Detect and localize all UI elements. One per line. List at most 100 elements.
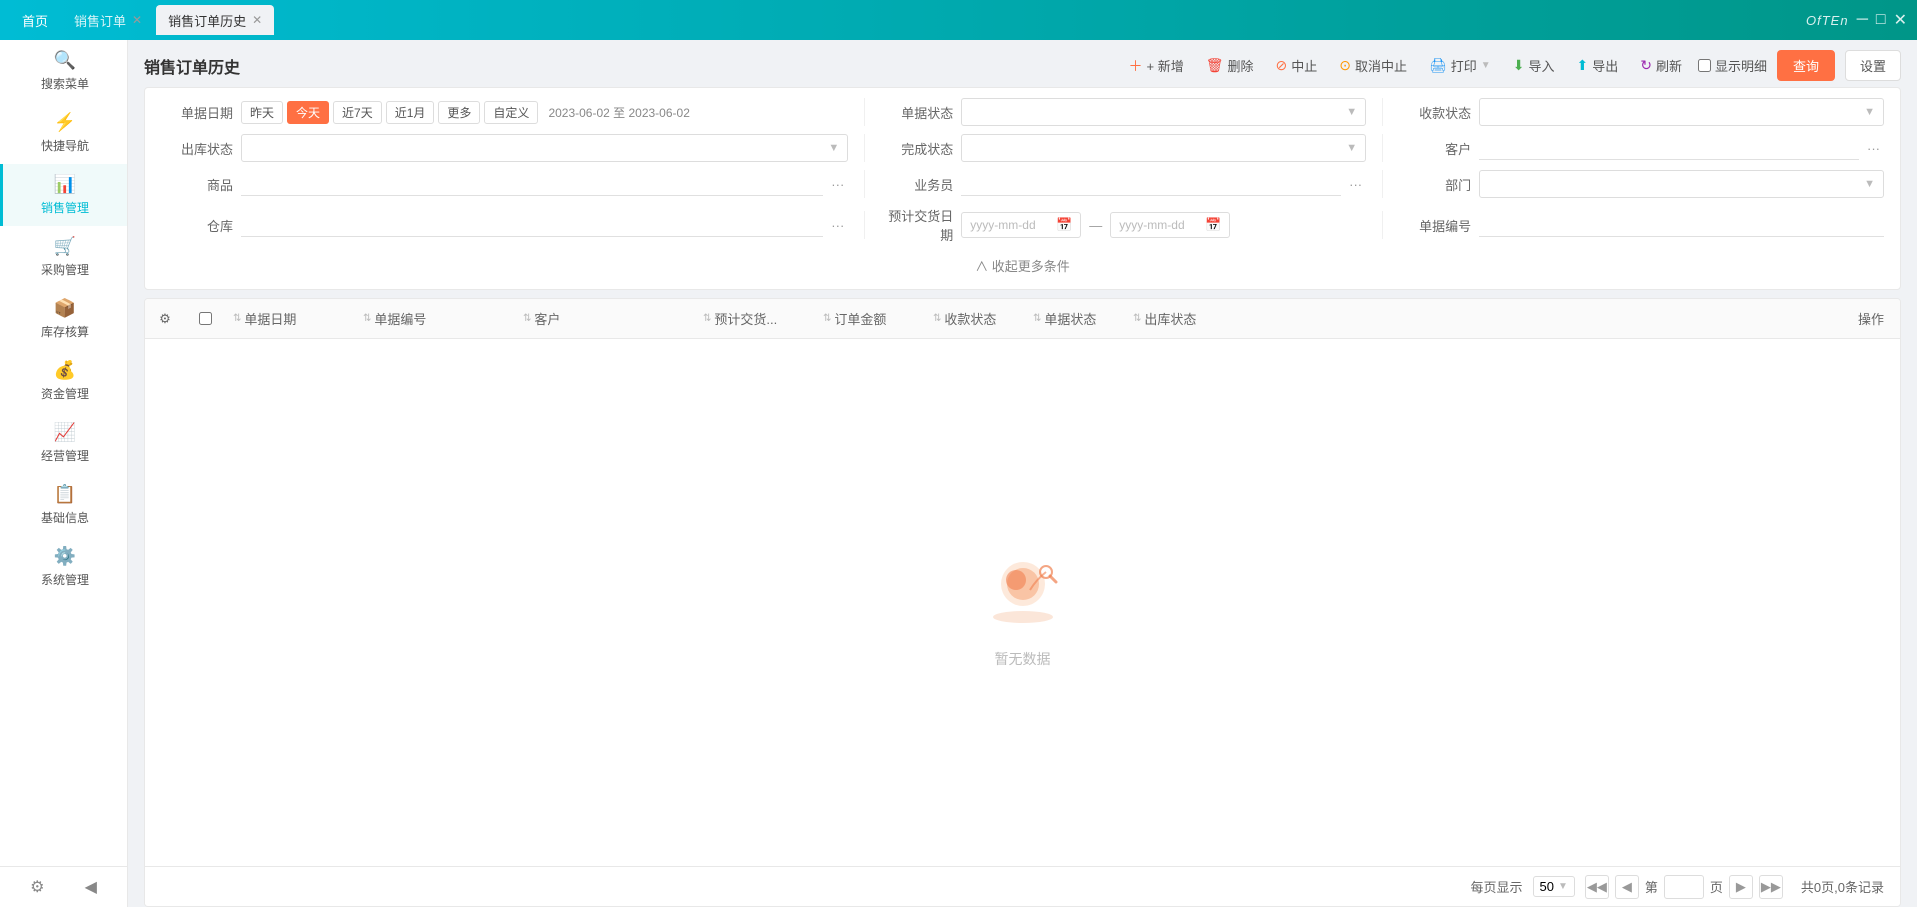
sidebar-settings-icon[interactable]: ⚙ <box>30 877 44 897</box>
th-date[interactable]: ⇅ 单据日期 <box>225 309 355 328</box>
sales-rep-label: 业务员 <box>881 175 961 194</box>
payment-status-arrow: ▼ <box>1864 106 1875 118</box>
out-status-select[interactable]: ▼ <box>241 134 848 162</box>
sidebar-item-basic-info[interactable]: 📋 基础信息 <box>0 474 127 536</box>
date-buttons: 昨天 今天 近7天 近1月 更多 自定义 2023-06-02 至 2023-0… <box>241 101 690 124</box>
sales-rep-input[interactable] <box>961 172 1341 196</box>
th-pay-status[interactable]: ⇅ 收款状态 <box>925 309 1025 328</box>
date-btn-more[interactable]: 更多 <box>438 101 480 124</box>
warehouse-input[interactable] <box>241 213 823 237</box>
sidebar-item-finance[interactable]: 💰 资金管理 <box>0 350 127 412</box>
sidebar-item-purchase[interactable]: 🛒 采购管理 <box>0 226 127 288</box>
minimize-btn[interactable]: ─ <box>1857 11 1868 29</box>
customer-control: ··· <box>1479 136 1884 160</box>
delivery-date-to[interactable]: yyyy-mm-dd 📅 <box>1110 212 1230 238</box>
customer-input[interactable] <box>1479 136 1859 160</box>
th-number[interactable]: ⇅ 单据编号 <box>355 309 515 328</box>
order-status-arrow: ▼ <box>1346 106 1357 118</box>
tab-sales-history[interactable]: 销售订单历史 ✕ <box>156 5 274 35</box>
date-btn-yesterday[interactable]: 昨天 <box>241 101 283 124</box>
warehouse-dots[interactable]: ··· <box>827 218 848 233</box>
export-btn[interactable]: ⬆ 导出 <box>1570 52 1624 79</box>
current-page-input[interactable]: 1 <box>1664 875 1704 899</box>
cal-to-icon[interactable]: 📅 <box>1205 217 1221 233</box>
order-status-select[interactable]: ▼ <box>961 98 1366 126</box>
table-header: ⚙ ⇅ 单据日期 ⇅ 单据编号 ⇅ 客户 ⇅ 预计交货. <box>145 299 1900 339</box>
date-btn-1month[interactable]: 近1月 <box>386 101 435 124</box>
date-btn-custom[interactable]: 自定义 <box>484 101 538 124</box>
tab-sales-order-close[interactable]: ✕ <box>132 13 142 27</box>
tab-sales-order[interactable]: 销售订单 ✕ <box>62 5 154 35</box>
last-page-btn[interactable]: ▶▶ <box>1759 875 1783 899</box>
new-icon: ＋ <box>1128 56 1142 76</box>
warehouse-control: ··· <box>241 213 848 237</box>
print-arrow: ▼ <box>1481 60 1491 71</box>
customer-dots[interactable]: ··· <box>1863 141 1884 156</box>
empty-illustration <box>973 537 1073 637</box>
dept-select[interactable]: ▼ <box>1479 170 1884 198</box>
sidebar-item-inventory[interactable]: 📦 库存核算 <box>0 288 127 350</box>
sidebar-item-search-menu[interactable]: 🔍 搜索菜单 <box>0 40 127 102</box>
first-page-btn[interactable]: ◀◀ <box>1585 875 1609 899</box>
tab-sales-history-close[interactable]: ✕ <box>252 13 262 27</box>
refresh-label: 刷新 <box>1656 56 1682 75</box>
print-btn[interactable]: 🖨 打印 ▼ <box>1423 52 1497 79</box>
new-btn[interactable]: ＋ + 新增 <box>1122 52 1189 80</box>
order-number-label: 单据编号 <box>1399 216 1479 235</box>
th-amount[interactable]: ⇅ 订单金额 <box>815 309 925 328</box>
import-btn[interactable]: ⬇ 导入 <box>1507 52 1561 79</box>
next-page-btn[interactable]: ▶ <box>1729 875 1753 899</box>
cal-from-icon[interactable]: 📅 <box>1056 217 1072 233</box>
stop-btn[interactable]: ⊘ 中止 <box>1270 52 1324 79</box>
maximize-btn[interactable]: □ <box>1876 11 1886 29</box>
payment-status-select[interactable]: ▼ <box>1479 98 1884 126</box>
display-detail-check[interactable]: 显示明细 <box>1698 56 1767 75</box>
select-all-checkbox[interactable] <box>199 312 212 325</box>
sidebar-item-quick-nav[interactable]: ⚡ 快捷导航 <box>0 102 127 164</box>
order-status-control: ▼ <box>961 98 1366 126</box>
th-gear[interactable]: ⚙ <box>145 311 185 327</box>
goods-input[interactable] <box>241 172 823 196</box>
page-title: 销售订单历史 <box>144 54 240 78</box>
tab-home[interactable]: 首页 <box>10 5 60 35</box>
date-btn-today[interactable]: 今天 <box>287 101 329 124</box>
payment-status-control: ▼ <box>1479 98 1884 126</box>
sort-customer-icon: ⇅ <box>523 313 531 324</box>
per-page-select[interactable]: 50 ▼ <box>1533 876 1575 897</box>
prev-page-btn[interactable]: ◀ <box>1615 875 1639 899</box>
query-btn[interactable]: 查询 <box>1777 50 1835 81</box>
date-label: 单据日期 <box>161 103 241 122</box>
delivery-date-from[interactable]: yyyy-mm-dd 📅 <box>961 212 1081 238</box>
sidebar-item-sales[interactable]: 📊 销售管理 <box>0 164 127 226</box>
complete-status-select[interactable]: ▼ <box>961 134 1366 162</box>
quick-nav-icon: ⚡ <box>54 112 76 133</box>
order-status-label: 单据状态 <box>881 103 961 122</box>
close-btn[interactable]: ✕ <box>1894 10 1907 30</box>
top-bar: 首页 销售订单 ✕ 销售订单历史 ✕ OfTEn ─ □ ✕ <box>0 0 1917 40</box>
sidebar-label-purchase: 采购管理 <box>41 261 89 278</box>
th-customer[interactable]: ⇅ 客户 <box>515 309 695 328</box>
goods-label: 商品 <box>161 175 241 194</box>
delivery-date-control: yyyy-mm-dd 📅 — yyyy-mm-dd 📅 <box>961 212 1366 238</box>
order-number-input[interactable] <box>1479 213 1884 237</box>
settings-btn[interactable]: 设置 <box>1845 50 1901 81</box>
th-out-status[interactable]: ⇅ 出库状态 <box>1125 309 1225 328</box>
refresh-icon: ↻ <box>1640 57 1652 74</box>
collapse-row[interactable]: ∧ 收起更多条件 <box>161 252 1884 279</box>
th-delivery-label: 预计交货... <box>714 309 777 328</box>
sort-amount-icon: ⇅ <box>823 313 831 324</box>
refresh-btn[interactable]: ↻ 刷新 <box>1634 52 1688 79</box>
sidebar-label-basic-info: 基础信息 <box>41 509 89 526</box>
th-delivery[interactable]: ⇅ 预计交货... <box>695 309 815 328</box>
date-btn-7days[interactable]: 近7天 <box>333 101 382 124</box>
sales-rep-dots[interactable]: ··· <box>1345 177 1366 192</box>
delete-btn[interactable]: 🗑 删除 <box>1200 52 1260 79</box>
sidebar-item-system[interactable]: ⚙️ 系统管理 <box>0 536 127 598</box>
goods-dots[interactable]: ··· <box>827 177 848 192</box>
th-order-status[interactable]: ⇅ 单据状态 <box>1025 309 1125 328</box>
sidebar-collapse-icon[interactable]: ◀ <box>85 877 97 897</box>
th-order-label: 单据状态 <box>1044 309 1096 328</box>
display-detail-checkbox[interactable] <box>1698 59 1711 72</box>
cancel-btn[interactable]: ⊙ 取消中止 <box>1333 52 1413 79</box>
sidebar-item-operation[interactable]: 📈 经营管理 <box>0 412 127 474</box>
